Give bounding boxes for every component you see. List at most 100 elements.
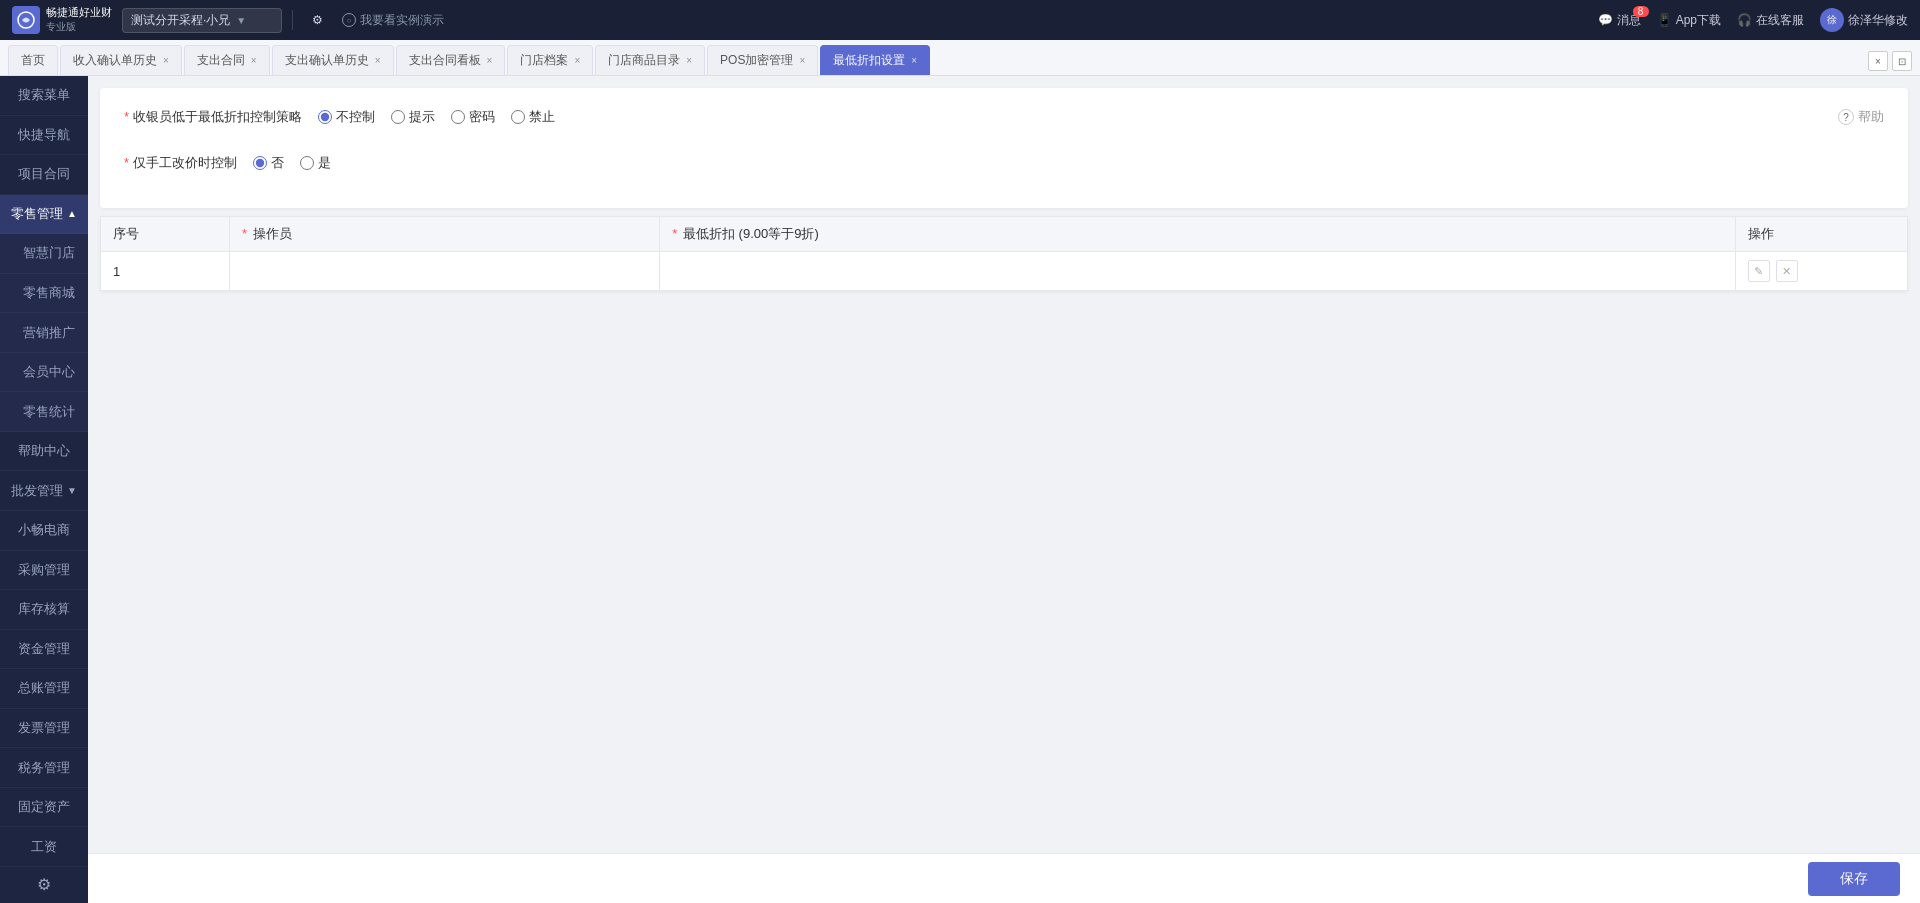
tab-close-all-btn[interactable]: × <box>1868 51 1888 71</box>
radio-remind-input[interactable] <box>391 110 405 124</box>
cell-discount <box>660 252 1736 291</box>
delete-row-btn[interactable]: ✕ <box>1776 260 1798 282</box>
bottom-bar: 保存 <box>88 853 1920 903</box>
tab-store-file[interactable]: 门店档案 × <box>507 45 593 75</box>
project-name: 测试分开采程·小兄 <box>131 12 230 29</box>
tab-expense-contract[interactable]: 支出合同 × <box>184 45 270 75</box>
divider <box>292 10 293 30</box>
radio-password-input[interactable] <box>451 110 465 124</box>
tab-expense-history[interactable]: 支出确认单历史 × <box>272 45 394 75</box>
sidebar: 搜索菜单 快捷导航 项目合同 零售管理 ▲ 智慧门店 零售商城 营销推广 会员中… <box>0 76 88 903</box>
tab-close-icon[interactable]: × <box>911 55 917 66</box>
avatar: 徐 <box>1820 8 1844 32</box>
radio-forbid-label: 禁止 <box>529 108 555 126</box>
table-wrapper: 序号 * 操作员 * 最低折扣 (9.00等于9折) <box>100 216 1908 291</box>
sidebar-item-member[interactable]: 会员中心 <box>0 353 88 393</box>
sidebar-label: 帮助中心 <box>18 442 70 460</box>
service-icon: 🎧 <box>1737 13 1752 27</box>
col-header-operator: * 操作员 <box>230 217 660 252</box>
sidebar-settings-btn[interactable]: ⚙ <box>0 867 88 903</box>
sidebar-item-retail[interactable]: 零售管理 ▲ <box>0 195 88 235</box>
sidebar-label: 小畅电商 <box>18 521 70 539</box>
tab-store-products[interactable]: 门店商品目录 × <box>595 45 705 75</box>
tab-close-icon[interactable]: × <box>163 55 169 66</box>
sidebar-item-ledger[interactable]: 总账管理 <box>0 669 88 709</box>
sidebar-item-help[interactable]: 帮助中心 <box>0 432 88 472</box>
sidebar-item-funds[interactable]: 资金管理 <box>0 630 88 670</box>
tab-home-label: 首页 <box>21 52 45 69</box>
help-link[interactable]: ? 帮助 <box>1838 108 1884 126</box>
tab-close-icon[interactable]: × <box>375 55 381 66</box>
radio-no-control[interactable]: 不控制 <box>318 108 375 126</box>
tab-income-history[interactable]: 收入确认单历史 × <box>60 45 182 75</box>
message-btn[interactable]: 💬 消息 8 <box>1598 12 1641 29</box>
sidebar-label: 零售商城 <box>23 284 75 302</box>
save-button[interactable]: 保存 <box>1808 862 1900 896</box>
sidebar-item-fixed-assets[interactable]: 固定资产 <box>0 788 88 828</box>
sidebar-item-payroll[interactable]: 工资 <box>0 827 88 867</box>
tab-close-icon[interactable]: × <box>487 55 493 66</box>
table-card: 序号 * 操作员 * 最低折扣 (9.00等于9折) <box>100 216 1908 291</box>
sidebar-item-search[interactable]: 搜索菜单 <box>0 76 88 116</box>
tab-pos-encrypt[interactable]: POS加密管理 × <box>707 45 818 75</box>
tab-min-discount[interactable]: 最低折扣设置 × <box>820 45 930 75</box>
radio-yes[interactable]: 是 <box>300 154 331 172</box>
radio-yes-label: 是 <box>318 154 331 172</box>
sidebar-item-retail-stats[interactable]: 零售统计 <box>0 392 88 432</box>
sidebar-item-quick-nav[interactable]: 快捷导航 <box>0 116 88 156</box>
tab-expense-board[interactable]: 支出合同看板 × <box>396 45 506 75</box>
sidebar-item-project-contract[interactable]: 项目合同 <box>0 155 88 195</box>
sidebar-label: 资金管理 <box>18 640 70 658</box>
app-edition: 专业版 <box>46 20 112 34</box>
sidebar-item-smart-store[interactable]: 智慧门店 <box>0 234 88 274</box>
tab-close-icon[interactable]: × <box>574 55 580 66</box>
tab-close-icon[interactable]: × <box>686 55 692 66</box>
sidebar-label: 库存核算 <box>18 600 70 618</box>
settings-btn[interactable]: ⚙ <box>303 9 332 31</box>
tab-restore-btn[interactable]: ⊡ <box>1892 51 1912 71</box>
radio-forbid-input[interactable] <box>511 110 525 124</box>
sidebar-item-ecommerce[interactable]: 小畅电商 <box>0 511 88 551</box>
sidebar-item-tax[interactable]: 税务管理 <box>0 748 88 788</box>
radio-no[interactable]: 否 <box>253 154 284 172</box>
edit-row-btn[interactable]: ✎ <box>1748 260 1770 282</box>
sidebar-item-invoice[interactable]: 发票管理 <box>0 709 88 749</box>
radio-no-input[interactable] <box>253 156 267 170</box>
tab-close-icon[interactable]: × <box>799 55 805 66</box>
radio-password[interactable]: 密码 <box>451 108 495 126</box>
radio-forbid[interactable]: 禁止 <box>511 108 555 126</box>
sidebar-label: 发票管理 <box>18 719 70 737</box>
header-right: 💬 消息 8 📱 App下载 🎧 在线客服 徐 徐泽华修改 <box>1598 8 1908 32</box>
radio-no-control-input[interactable] <box>318 110 332 124</box>
top-header: 畅捷通好业财 专业版 测试分开采程·小兄 ▼ ⚙ ○ 我要看实例演示 💬 消息 … <box>0 0 1920 40</box>
app-download-btn[interactable]: 📱 App下载 <box>1657 12 1721 29</box>
radio-yes-input[interactable] <box>300 156 314 170</box>
sidebar-item-wholesale[interactable]: 批发管理 ▼ <box>0 471 88 511</box>
tab-home[interactable]: 首页 <box>8 45 58 75</box>
radio-remind[interactable]: 提示 <box>391 108 435 126</box>
app-download-label: App下载 <box>1676 12 1721 29</box>
help-icon: ? <box>1838 109 1854 125</box>
project-selector[interactable]: 测试分开采程·小兄 ▼ <box>122 8 282 33</box>
sidebar-item-inventory[interactable]: 库存核算 <box>0 590 88 630</box>
col-header-discount: * 最低折扣 (9.00等于9折) <box>660 217 1736 252</box>
tab-close-icon[interactable]: × <box>251 55 257 66</box>
sidebar-item-marketing[interactable]: 营销推广 <box>0 313 88 353</box>
page-content: 收银员低于最低折扣控制策略 不控制 提示 <box>88 76 1920 853</box>
demo-link[interactable]: ○ 我要看实例演示 <box>342 12 444 29</box>
field1-radio-group: 不控制 提示 密码 禁 <box>318 108 555 126</box>
tab-label: 收入确认单历史 <box>73 52 157 69</box>
sidebar-item-purchase[interactable]: 采购管理 <box>0 551 88 591</box>
sidebar-label: 固定资产 <box>18 798 70 816</box>
main-layout: 搜索菜单 快捷导航 项目合同 零售管理 ▲ 智慧门店 零售商城 营销推广 会员中… <box>0 76 1920 903</box>
sidebar-item-retail-mall[interactable]: 零售商城 <box>0 274 88 314</box>
demo-icon: ○ <box>342 13 356 27</box>
sidebar-label: 税务管理 <box>18 759 70 777</box>
online-service-btn[interactable]: 🎧 在线客服 <box>1737 12 1804 29</box>
sidebar-label: 零售管理 <box>11 205 63 223</box>
tab-label: POS加密管理 <box>720 52 793 69</box>
chevron-up-icon: ▲ <box>67 208 77 219</box>
sidebar-label: 批发管理 <box>11 482 63 500</box>
user-btn[interactable]: 徐 徐泽华修改 <box>1820 8 1908 32</box>
field2-label: 仅手工改价时控制 <box>124 154 237 172</box>
